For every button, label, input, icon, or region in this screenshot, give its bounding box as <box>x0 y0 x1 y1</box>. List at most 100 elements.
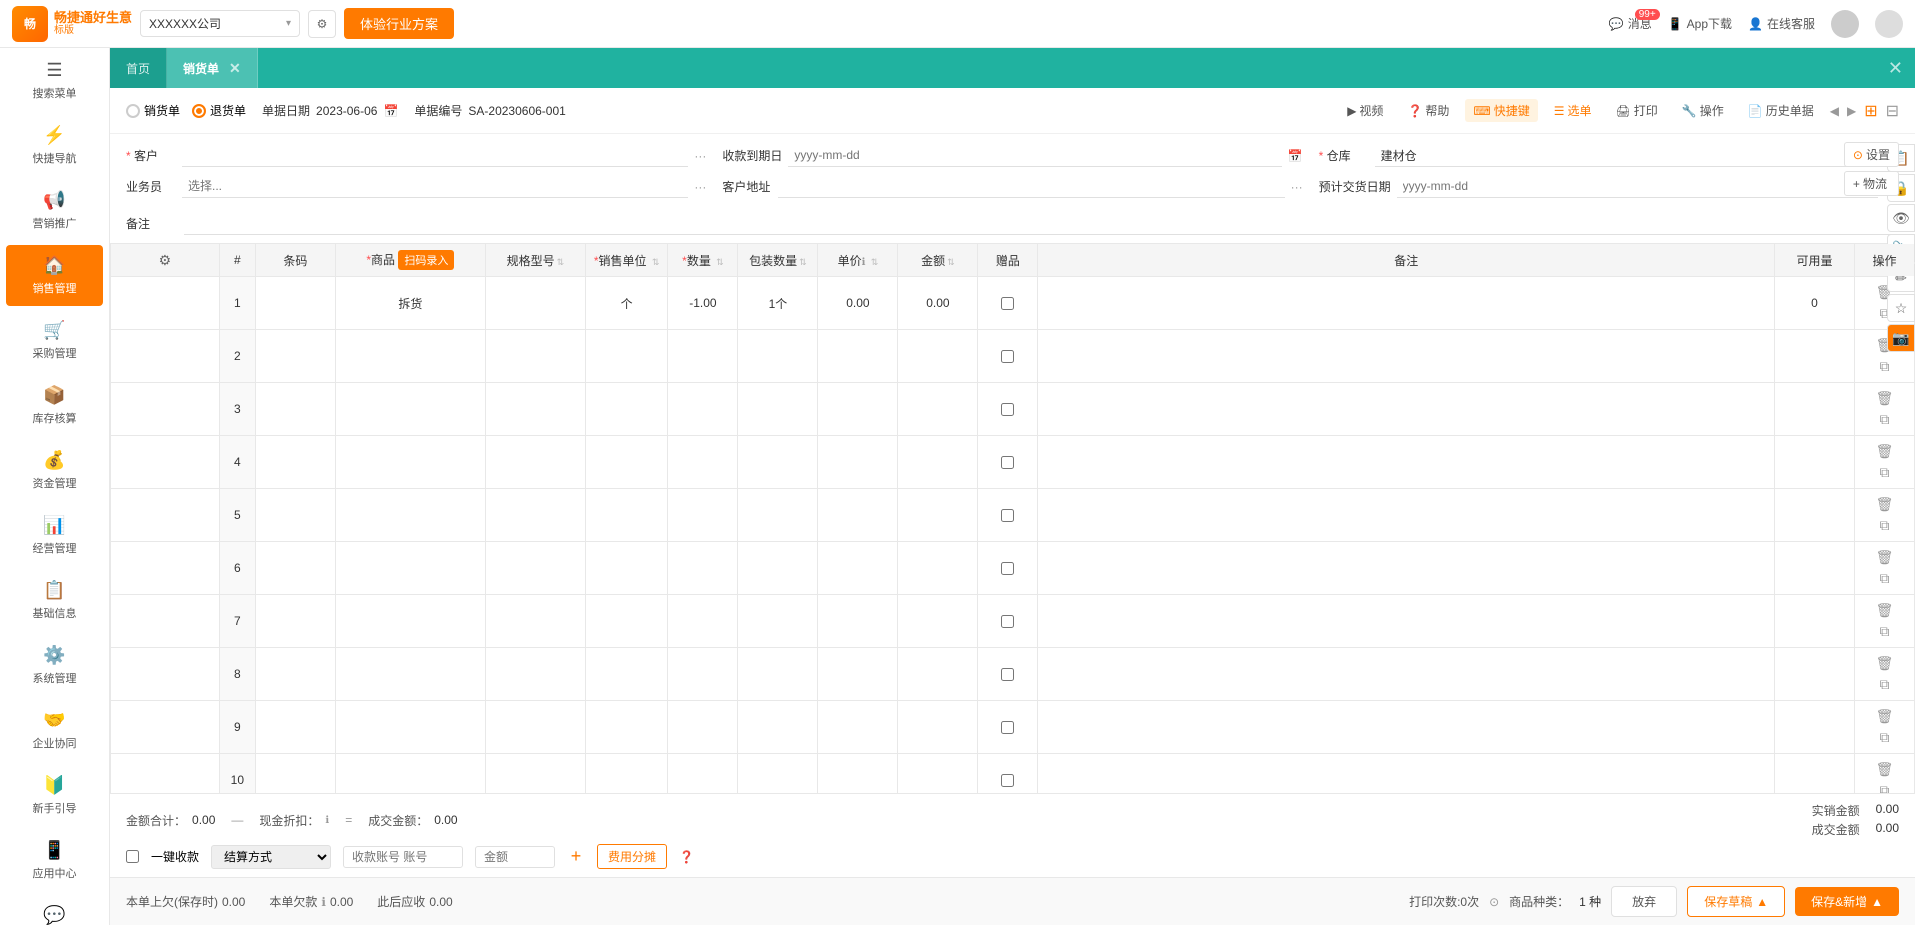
tab-close-icon[interactable]: ✕ <box>229 60 241 77</box>
copy-row-button[interactable]: ⧉ <box>1877 462 1893 483</box>
settings-button[interactable]: ⊙ ⊙ 设置 设置 <box>1844 142 1899 167</box>
row-note[interactable] <box>1038 383 1775 436</box>
sidebar-item-ops[interactable]: 📊 经营管理 <box>6 505 103 566</box>
radio-sales[interactable]: 销货单 <box>126 102 180 119</box>
row-price[interactable] <box>818 648 898 701</box>
row-barcode[interactable] <box>255 277 335 330</box>
row-pack-qty[interactable]: 1个 <box>738 277 818 330</box>
row-gift[interactable] <box>978 383 1038 436</box>
online-service-button[interactable]: 👤 在线客服 <box>1748 15 1815 32</box>
discount-info-icon[interactable]: ℹ <box>325 815 329 826</box>
nav-prev-icon[interactable]: ◀ <box>1830 104 1839 118</box>
app-download-button[interactable]: 📱 App下载 <box>1668 15 1732 32</box>
add-payment-button[interactable]: + <box>567 848 585 866</box>
row-qty[interactable] <box>668 754 738 794</box>
delete-row-button[interactable]: 🗑 <box>1873 759 1897 780</box>
row-spec[interactable] <box>485 330 585 383</box>
sidebar-item-guide[interactable]: 🔰 新手引导 <box>6 765 103 826</box>
row-gift[interactable] <box>978 330 1038 383</box>
row-pack-qty[interactable] <box>738 701 818 754</box>
gift-checkbox[interactable] <box>1001 456 1014 469</box>
gift-checkbox[interactable] <box>1001 721 1014 734</box>
save-draft-button[interactable]: 保存草稿 ▲ <box>1687 886 1785 917</box>
row-spec[interactable] <box>485 754 585 794</box>
sidebar-item-marketing[interactable]: 📢 营销推广 <box>6 180 103 241</box>
sidebar-item-search[interactable]: ☰ 搜索菜单 <box>6 50 103 111</box>
gift-checkbox[interactable] <box>1001 774 1014 787</box>
one-key-payment-check[interactable] <box>126 850 139 863</box>
gift-checkbox[interactable] <box>1001 562 1014 575</box>
copy-row-button[interactable]: ⧉ <box>1877 727 1893 748</box>
row-barcode[interactable] <box>255 383 335 436</box>
fee-split-button[interactable]: 费用分摊 <box>597 844 667 869</box>
row-note[interactable] <box>1038 436 1775 489</box>
price-info-icon[interactable]: ℹ <box>862 257 866 268</box>
row-qty[interactable] <box>668 595 738 648</box>
row-product[interactable] <box>335 648 485 701</box>
row-spec[interactable] <box>485 436 585 489</box>
row-note[interactable] <box>1038 595 1775 648</box>
gift-checkbox[interactable] <box>1001 668 1014 681</box>
tab-close-window-icon[interactable]: ✕ <box>1888 58 1903 79</box>
row-qty[interactable]: -1.00 <box>668 277 738 330</box>
delete-row-button[interactable]: 🗑 <box>1873 600 1897 621</box>
row-amount[interactable] <box>898 648 978 701</box>
row-amount[interactable] <box>898 489 978 542</box>
shortcut-button[interactable]: ⌨ 快捷键 <box>1465 99 1537 122</box>
sidebar-item-corp[interactable]: 🤝 企业协同 <box>6 700 103 761</box>
row-unit[interactable] <box>585 595 668 648</box>
row-product[interactable]: 拆货 <box>335 277 485 330</box>
float-btn-7[interactable]: 📷 <box>1887 324 1915 352</box>
salesperson-dots[interactable]: ··· <box>694 180 706 194</box>
row-product[interactable] <box>335 383 485 436</box>
row-barcode[interactable] <box>255 330 335 383</box>
operation-button[interactable]: 🔧 操作 <box>1674 98 1732 123</box>
abandon-button[interactable]: 放弃 <box>1611 886 1677 917</box>
row-spec[interactable] <box>485 595 585 648</box>
message-button[interactable]: 💬 消息 99+ <box>1609 15 1652 32</box>
print-button[interactable]: 🖨 打印 <box>1608 98 1666 123</box>
row-barcode[interactable] <box>255 542 335 595</box>
row-pack-qty[interactable] <box>738 595 818 648</box>
avatar-2[interactable] <box>1875 10 1903 38</box>
row-product[interactable] <box>335 489 485 542</box>
tab-sales-order[interactable]: 销货单 ✕ <box>167 48 258 88</box>
gear-th-icon[interactable]: ⚙ <box>159 252 172 268</box>
gift-checkbox[interactable] <box>1001 615 1014 628</box>
customer-addr-input[interactable] <box>778 175 1284 198</box>
expected-date-input[interactable] <box>1397 175 1878 198</box>
avatar[interactable] <box>1831 10 1859 38</box>
row-barcode[interactable] <box>255 754 335 794</box>
row-price[interactable] <box>818 436 898 489</box>
gift-checkbox[interactable] <box>1001 350 1014 363</box>
row-gift[interactable] <box>978 754 1038 794</box>
sidebar-item-inventory[interactable]: 📦 库存核算 <box>6 375 103 436</box>
row-price[interactable] <box>818 542 898 595</box>
history-button[interactable]: 📄 历史单据 <box>1740 98 1822 123</box>
row-pack-qty[interactable] <box>738 436 818 489</box>
row-unit[interactable] <box>585 489 668 542</box>
row-spec[interactable] <box>485 542 585 595</box>
row-note[interactable] <box>1038 277 1775 330</box>
row-note[interactable] <box>1038 542 1775 595</box>
row-unit[interactable] <box>585 701 668 754</box>
grid-view-icon[interactable]: ⊟ <box>1886 101 1899 121</box>
row-product[interactable] <box>335 542 485 595</box>
copy-row-button[interactable]: ⧉ <box>1877 621 1893 642</box>
video-button[interactable]: ▶ 视频 <box>1339 98 1391 123</box>
row-barcode[interactable] <box>255 595 335 648</box>
settings-icon[interactable]: ⚙ <box>308 10 336 38</box>
row-amount[interactable] <box>898 383 978 436</box>
sidebar-item-finance[interactable]: 💰 资金管理 <box>6 440 103 501</box>
total-debt-info-icon[interactable]: ℹ <box>321 895 326 909</box>
sidebar-item-quick-nav[interactable]: ⚡ 快捷导航 <box>6 115 103 176</box>
fee-help-icon[interactable]: ❓ <box>679 850 694 864</box>
row-spec[interactable] <box>485 701 585 754</box>
row-note[interactable] <box>1038 330 1775 383</box>
row-qty[interactable] <box>668 383 738 436</box>
gift-checkbox[interactable] <box>1001 509 1014 522</box>
save-new-chevron-icon[interactable]: ▲ <box>1871 895 1883 909</box>
delete-row-button[interactable]: 🗑 <box>1873 494 1897 515</box>
tab-home[interactable]: 首页 <box>110 48 167 88</box>
row-price[interactable]: 0.00 <box>818 277 898 330</box>
